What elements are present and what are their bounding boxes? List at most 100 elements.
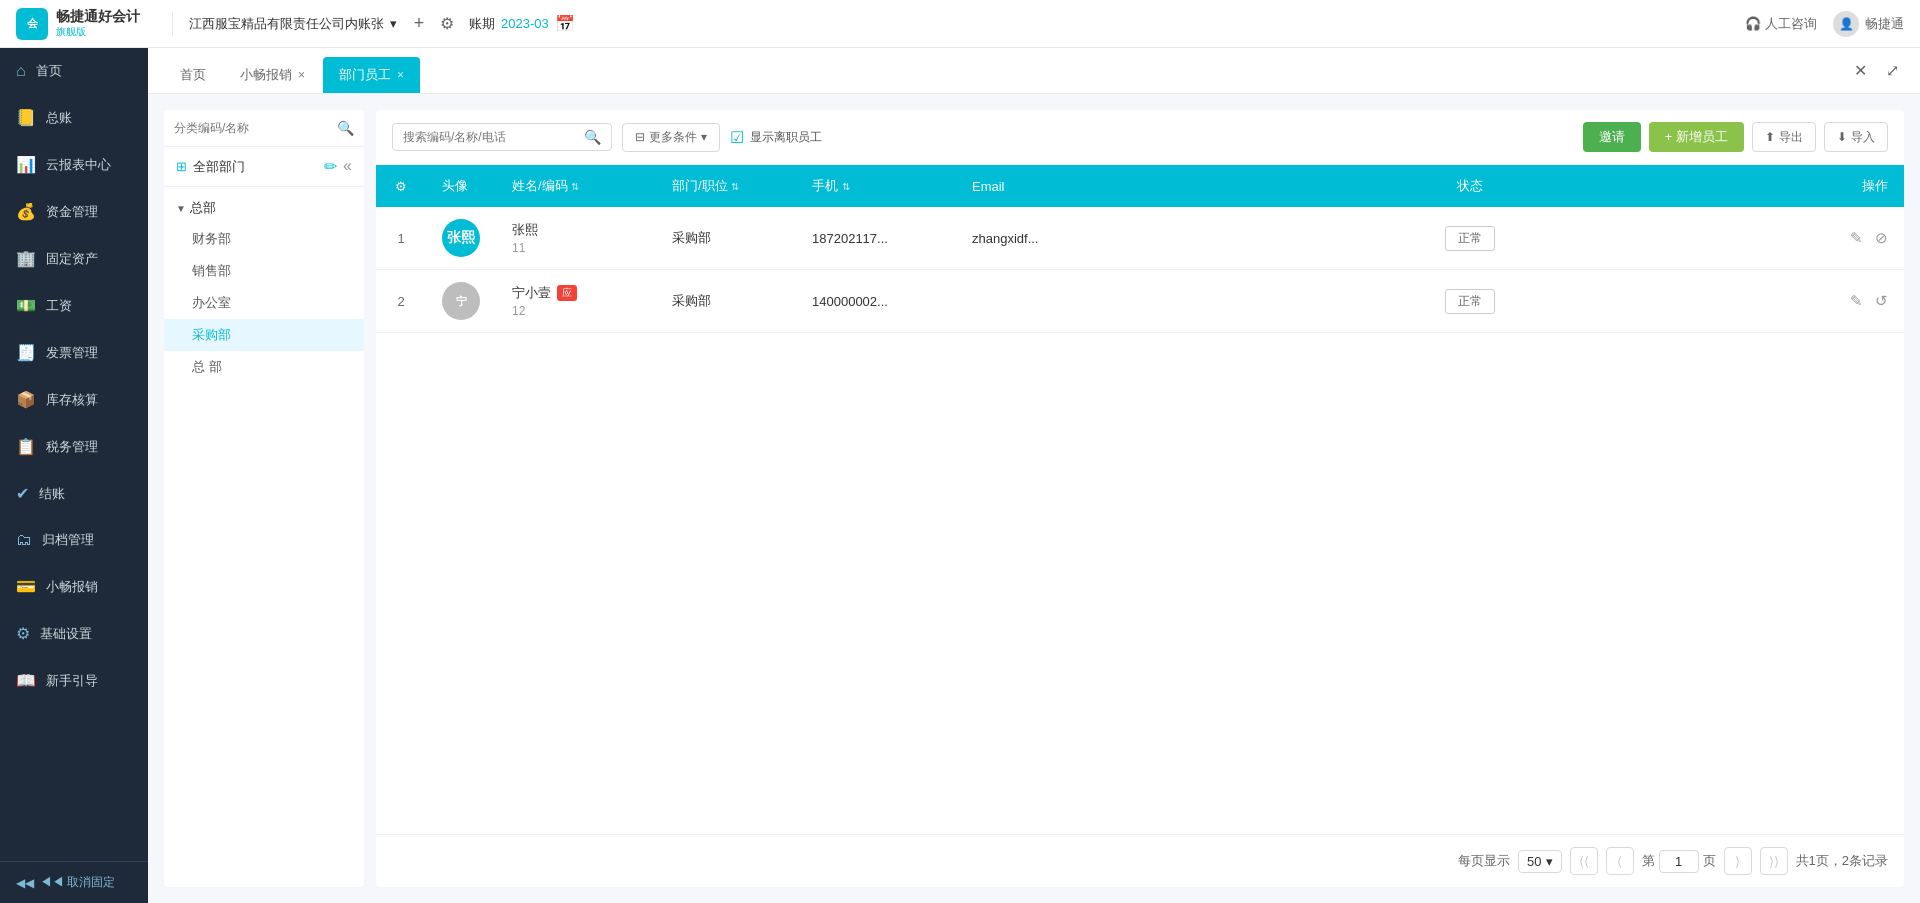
row-avatar-2: 宁	[426, 270, 496, 333]
sidebar-item-archive[interactable]: 🗂 归档管理	[0, 517, 148, 563]
checkout-icon: ✔	[16, 484, 29, 503]
close-dept-tab-icon[interactable]: ×	[397, 68, 404, 82]
tab-home[interactable]: 首页	[164, 57, 222, 93]
tab-dept-label: 部门员工	[339, 66, 391, 84]
dept-search: 🔍	[164, 110, 364, 147]
sidebar-item-expense[interactable]: 💳 小畅报销	[0, 563, 148, 610]
col-phone[interactable]: 手机 ⇅	[796, 165, 956, 207]
dept-node-office[interactable]: 办公室	[164, 287, 364, 319]
export-icon: ⬆	[1765, 130, 1775, 144]
dept-node-sales[interactable]: 销售部	[164, 255, 364, 287]
row-email-1: zhangxidf...	[956, 207, 1156, 270]
finance-dept-label: 财务部	[192, 231, 231, 246]
sidebar-item-checkout[interactable]: ✔ 结账	[0, 470, 148, 517]
calendar-icon[interactable]: 📅	[555, 14, 575, 33]
tab-bar-actions: ✕ ⤢	[1848, 59, 1904, 83]
table-row: 2 宁 宁小壹 应 12	[376, 270, 1904, 333]
page-number-input[interactable]	[1659, 850, 1699, 873]
row-status-1: 正常	[1156, 207, 1784, 270]
dept-edit-icon[interactable]: ✏	[324, 157, 337, 176]
dept-search-icon[interactable]: 🔍	[337, 120, 354, 136]
last-page-button[interactable]: ⟩⟩	[1760, 847, 1788, 875]
tab-expense-label: 小畅报销	[240, 66, 292, 84]
period-value: 2023-03	[501, 16, 549, 31]
sidebar-label-reports: 云报表中心	[46, 156, 111, 174]
invoice-icon: 🧾	[16, 343, 36, 362]
edit-employee-1-icon[interactable]: ✎	[1850, 229, 1863, 247]
dept-group-headquarter[interactable]: ▼ 总部	[164, 193, 364, 223]
user-area[interactable]: 👤 畅捷通	[1833, 11, 1904, 37]
sidebar-item-settings[interactable]: ⚙ 基础设置	[0, 610, 148, 657]
settings-button[interactable]: ⚙	[433, 10, 461, 38]
service-label: 人工咨询	[1765, 15, 1817, 33]
sidebar-item-ledger[interactable]: 📒 总账	[0, 94, 148, 141]
toolbar: 🔍 ⊟ 更多条件 ▾ ☑ 显示离职员工 邀请	[376, 110, 1904, 165]
sidebar-label-fixed-assets: 固定资产	[46, 250, 98, 268]
invite-label: 邀请	[1599, 129, 1625, 144]
first-page-button[interactable]: ⟨⟨	[1570, 847, 1598, 875]
archive-icon: 🗂	[16, 531, 32, 549]
reset-employee-2-icon[interactable]: ↺	[1875, 292, 1888, 310]
phone-value-1: 187202117...	[812, 231, 888, 246]
dept-search-input[interactable]	[174, 121, 331, 135]
more-filters-button[interactable]: ⊟ 更多条件 ▾	[622, 123, 720, 152]
hq-dept-label: 总 部	[192, 359, 222, 374]
tab-department-employee[interactable]: 部门员工 ×	[323, 57, 420, 93]
sidebar-item-inventory[interactable]: 📦 库存核算	[0, 376, 148, 423]
page-content: 🔍 ⊞ 全部部门 ✏ « ▼ 总部	[148, 94, 1920, 903]
add-tab-button[interactable]: +	[405, 10, 433, 38]
sidebar-label-ledger: 总账	[46, 109, 72, 127]
top-header: 会 畅捷通好会计 旗舰版 江西服宝精品有限责任公司内账张 ▾ + ⚙ 账期 20…	[0, 0, 1920, 48]
tab-expense[interactable]: 小畅报销 ×	[224, 57, 321, 93]
add-employee-button[interactable]: + 新增员工	[1649, 122, 1744, 152]
employee-search-icon[interactable]: 🔍	[584, 129, 601, 145]
col-settings[interactable]: ⚙	[376, 165, 426, 207]
expense-icon: 💳	[16, 577, 36, 596]
employee-search-input[interactable]	[403, 130, 578, 144]
purchase-dept-label: 采购部	[192, 327, 231, 342]
sidebar-item-reports[interactable]: 📊 云报表中心	[0, 141, 148, 188]
sidebar-item-funds[interactable]: 💰 资金管理	[0, 188, 148, 235]
company-selector[interactable]: 江西服宝精品有限责任公司内账张 ▾	[181, 11, 405, 37]
import-button[interactable]: ⬇ 导入	[1824, 122, 1888, 152]
expand-tab-button[interactable]: ⤢	[1880, 59, 1904, 83]
customer-service-button[interactable]: 🎧 人工咨询	[1745, 15, 1817, 33]
close-expense-tab-icon[interactable]: ×	[298, 68, 305, 82]
sidebar-item-salary[interactable]: 💵 工资	[0, 282, 148, 329]
row-phone-2: 140000002...	[796, 270, 956, 333]
dept-value-1: 采购部	[672, 230, 711, 245]
close-tab-button[interactable]: ✕	[1848, 59, 1872, 83]
edit-employee-2-icon[interactable]: ✎	[1850, 292, 1863, 310]
emp-name-row-2: 宁小壹 应	[512, 284, 640, 302]
next-page-button[interactable]: ⟩	[1724, 847, 1752, 875]
sidebar-item-home[interactable]: ⌂ 首页	[0, 48, 148, 94]
disable-employee-1-icon[interactable]: ⊘	[1875, 229, 1888, 247]
ledger-icon: 📒	[16, 108, 36, 127]
col-dept[interactable]: 部门/职位 ⇅	[656, 165, 796, 207]
sidebar-item-invoice[interactable]: 🧾 发票管理	[0, 329, 148, 376]
employee-search-box: 🔍	[392, 123, 612, 151]
row-status-2: 正常	[1156, 270, 1784, 333]
dept-node-finance[interactable]: 财务部	[164, 223, 364, 255]
unpin-label: ◀◀ 取消固定	[40, 874, 115, 891]
company-dropdown-icon: ▾	[390, 16, 397, 31]
dept-node-purchase[interactable]: 采购部	[164, 319, 364, 351]
page-label: 第	[1642, 852, 1655, 870]
unpin-sidebar-button[interactable]: ◀◀ ◀◀ 取消固定	[0, 861, 148, 903]
invite-button[interactable]: 邀请	[1583, 122, 1641, 152]
export-button[interactable]: ⬆ 导出	[1752, 122, 1816, 152]
dept-node-hq[interactable]: 总 部	[164, 351, 364, 383]
inventory-icon: 📦	[16, 390, 36, 409]
col-name[interactable]: 姓名/编码 ⇅	[496, 165, 656, 207]
sidebar-label-funds: 资金管理	[46, 203, 98, 221]
prev-page-button[interactable]: ⟨	[1606, 847, 1634, 875]
sidebar-item-fixed-assets[interactable]: 🏢 固定资产	[0, 235, 148, 282]
dept-collapse-icon[interactable]: «	[343, 157, 352, 176]
emp-name-1: 张熙	[512, 221, 640, 239]
row-dept-2: 采购部	[656, 270, 796, 333]
show-resigned-toggle[interactable]: ☑ 显示离职员工	[730, 128, 822, 147]
dept-tree: ▼ 总部 财务部 销售部 办公室 采购部	[164, 187, 364, 887]
sidebar-item-tax[interactable]: 📋 税务管理	[0, 423, 148, 470]
sidebar-item-guide[interactable]: 📖 新手引导	[0, 657, 148, 704]
per-page-select[interactable]: 50 ▾	[1518, 850, 1561, 873]
